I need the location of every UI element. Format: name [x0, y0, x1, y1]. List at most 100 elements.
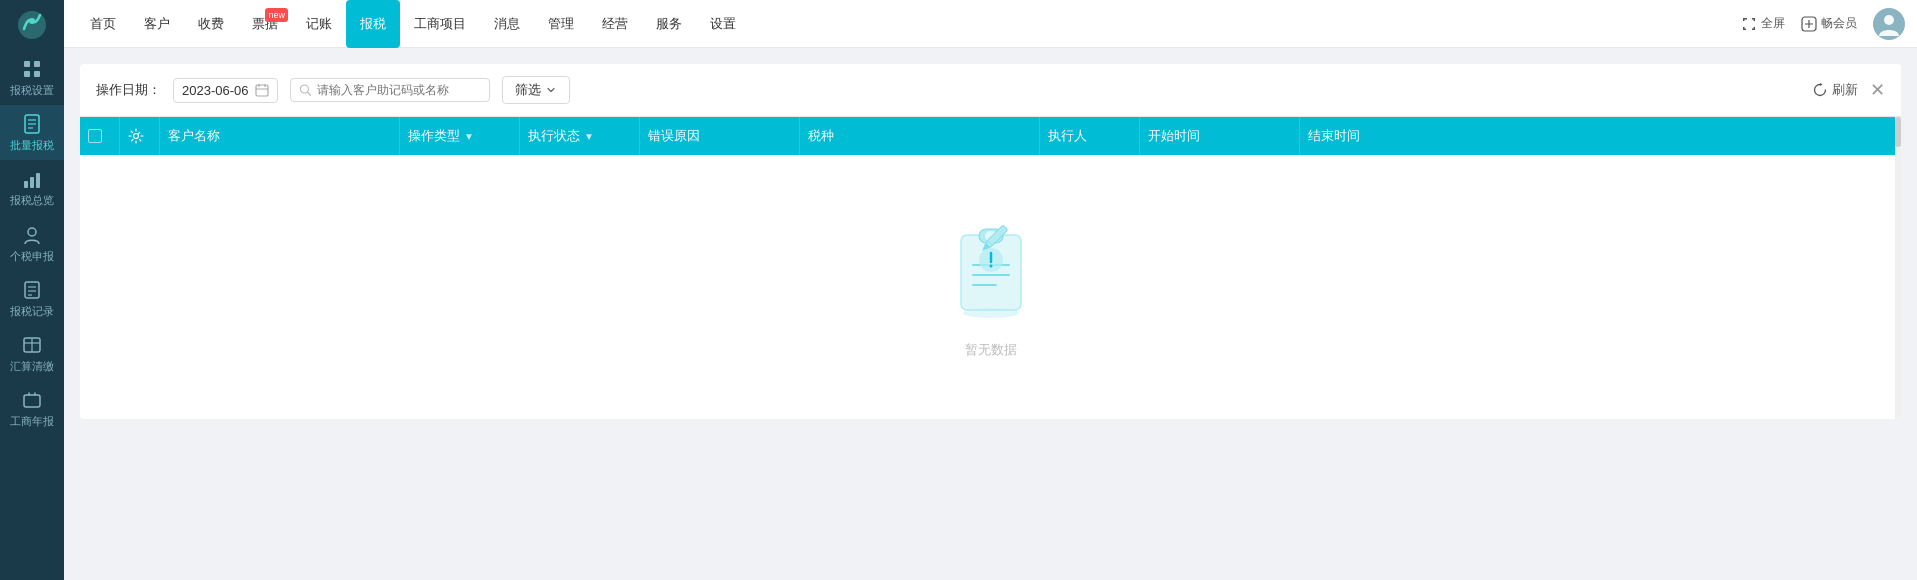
th-kehu-mingcheng: 客户名称 — [160, 117, 400, 155]
sidebar-item-gongshang-nianbao[interactable]: 工商年报 — [0, 381, 64, 436]
calendar-icon — [255, 83, 269, 97]
sidebar-item-baoshui-zonlan[interactable]: 报税总览 — [0, 160, 64, 215]
chevron-down-icon — [545, 84, 557, 96]
baoshui-zonlan-icon — [21, 168, 43, 190]
nav-item-fuwu[interactable]: 服务 — [642, 0, 696, 48]
svg-point-13 — [28, 228, 36, 236]
svg-rect-2 — [24, 61, 30, 67]
svg-rect-3 — [34, 61, 40, 67]
svg-rect-10 — [24, 181, 28, 188]
avatar-icon — [1873, 8, 1905, 40]
th-settings[interactable] — [120, 117, 160, 155]
scrollbar-track[interactable] — [1895, 117, 1901, 419]
baoshui-shezhi-label: 报税设置 — [10, 84, 54, 97]
fullscreen-label: 全屏 — [1761, 15, 1785, 32]
svg-rect-12 — [36, 173, 40, 188]
nav-item-jingying[interactable]: 经营 — [588, 0, 642, 48]
member-label: 畅会员 — [1821, 15, 1857, 32]
topnav-right: 全屏 畅会员 — [1741, 8, 1905, 40]
nav-item-kehu[interactable]: 客户 — [130, 0, 184, 48]
nav-item-gongshang-xiangmu[interactable]: 工商项目 — [400, 0, 480, 48]
toolbar-right: 刷新 ✕ — [1812, 81, 1885, 99]
svg-rect-21 — [24, 395, 40, 407]
sidebar-item-huisuan-jiaona[interactable]: 汇算清缴 — [0, 326, 64, 381]
gongshang-nianbao-label: 工商年报 — [10, 415, 54, 428]
gongshang-nianbao-icon — [21, 389, 43, 411]
empty-text: 暂无数据 — [965, 341, 1017, 359]
svg-point-0 — [18, 11, 46, 39]
svg-point-44 — [963, 308, 1019, 318]
geshuishenBao-icon — [21, 224, 43, 246]
search-icon — [299, 83, 312, 97]
refresh-icon — [1812, 82, 1828, 98]
svg-line-30 — [307, 92, 310, 95]
baoshui-zonlan-label: 报税总览 — [10, 194, 54, 207]
baoshui-jilu-label: 报税记录 — [10, 305, 54, 318]
user-avatar[interactable] — [1873, 8, 1905, 40]
th-shuizhong: 税种 — [800, 117, 1040, 155]
th-checkbox[interactable] — [80, 117, 120, 155]
member-icon — [1801, 16, 1817, 32]
top-navigation: 首页 客户 收费 票据 new 记账 报税 工商项目 消息 管理 经营 — [64, 0, 1917, 48]
th-zhixing-zhuangtai[interactable]: 执行状态 ▼ — [520, 117, 640, 155]
date-value: 2023-06-06 — [182, 83, 249, 98]
th-kaishi-shijian: 开始时间 — [1140, 117, 1300, 155]
svg-rect-11 — [30, 177, 34, 188]
fullscreen-icon — [1741, 16, 1757, 32]
th-jieshu-shijian: 结束时间 — [1300, 117, 1460, 155]
refresh-button[interactable]: 刷新 — [1812, 81, 1858, 99]
piliang-baoshui-icon — [21, 113, 43, 135]
nav-item-shezhi[interactable]: 设置 — [696, 0, 750, 48]
close-button[interactable]: ✕ — [1870, 81, 1885, 99]
nav-item-jizhang[interactable]: 记账 — [292, 0, 346, 48]
main-content: 首页 客户 收费 票据 new 记账 报税 工商项目 消息 管理 经营 — [64, 0, 1917, 580]
sort-caozuo-icon: ▼ — [464, 131, 474, 142]
svg-point-1 — [29, 18, 35, 24]
svg-rect-5 — [34, 71, 40, 77]
fullscreen-button[interactable]: 全屏 — [1741, 15, 1785, 32]
search-box[interactable] — [290, 78, 490, 102]
nav-item-shouye[interactable]: 首页 — [76, 0, 130, 48]
date-picker[interactable]: 2023-06-06 — [173, 78, 278, 103]
piliang-baoshui-label: 批量报税 — [10, 139, 54, 152]
page-content: 操作日期： 2023-06-06 — [64, 48, 1917, 580]
header-checkbox[interactable] — [88, 129, 102, 143]
sidebar: 报税设置 批量报税 报税总览 — [0, 0, 64, 580]
th-cuowu-yuanyin: 错误原因 — [640, 117, 800, 155]
nav-item-piaoju[interactable]: 票据 new — [238, 0, 292, 48]
nav-item-xiaoxi[interactable]: 消息 — [480, 0, 534, 48]
toolbar: 操作日期： 2023-06-06 — [80, 64, 1901, 117]
settings-icon — [128, 128, 144, 144]
th-caozuo-leixing[interactable]: 操作类型 ▼ — [400, 117, 520, 155]
search-input[interactable] — [317, 83, 480, 97]
member-button[interactable]: 畅会员 — [1801, 15, 1857, 32]
filter-button[interactable]: 筛选 — [502, 76, 570, 104]
sort-zhixing-icon: ▼ — [584, 131, 594, 142]
huisuan-jiaona-icon — [21, 334, 43, 356]
nav-item-shoufei[interactable]: 收费 — [184, 0, 238, 48]
scrollbar-thumb[interactable] — [1895, 117, 1901, 147]
nav-item-baoshui[interactable]: 报税 — [346, 0, 400, 48]
nav-item-guanli[interactable]: 管理 — [534, 0, 588, 48]
piaoju-badge: new — [265, 8, 288, 22]
sidebar-item-piliang-baoshui[interactable]: 批量报税 — [0, 105, 64, 160]
svg-rect-4 — [24, 71, 30, 77]
sidebar-item-baoshui-shezhi[interactable]: 报税设置 — [0, 50, 64, 105]
empty-state: 暂无数据 — [80, 155, 1901, 419]
sidebar-item-geshuishenBao[interactable]: 个税申报 — [0, 216, 64, 271]
empty-illustration — [941, 215, 1041, 325]
sidebar-item-baoshui-jilu[interactable]: 报税记录 — [0, 271, 64, 326]
table-scroll: 客户名称 操作类型 ▼ 执行状态 ▼ 错误原因 税种 — [80, 117, 1901, 419]
svg-rect-25 — [256, 85, 268, 96]
date-label: 操作日期： — [96, 81, 161, 99]
content-card: 操作日期： 2023-06-06 — [80, 64, 1901, 419]
baoshui-shezhi-icon — [21, 58, 43, 80]
geshuishenBao-label: 个税申报 — [10, 250, 54, 263]
baoshui-jilu-icon — [21, 279, 43, 301]
svg-point-24 — [1884, 15, 1894, 25]
refresh-label: 刷新 — [1832, 81, 1858, 99]
svg-point-40 — [989, 265, 992, 268]
huisuan-jiaona-label: 汇算清缴 — [10, 360, 54, 373]
sidebar-logo — [0, 0, 64, 50]
th-zhixingren: 执行人 — [1040, 117, 1140, 155]
